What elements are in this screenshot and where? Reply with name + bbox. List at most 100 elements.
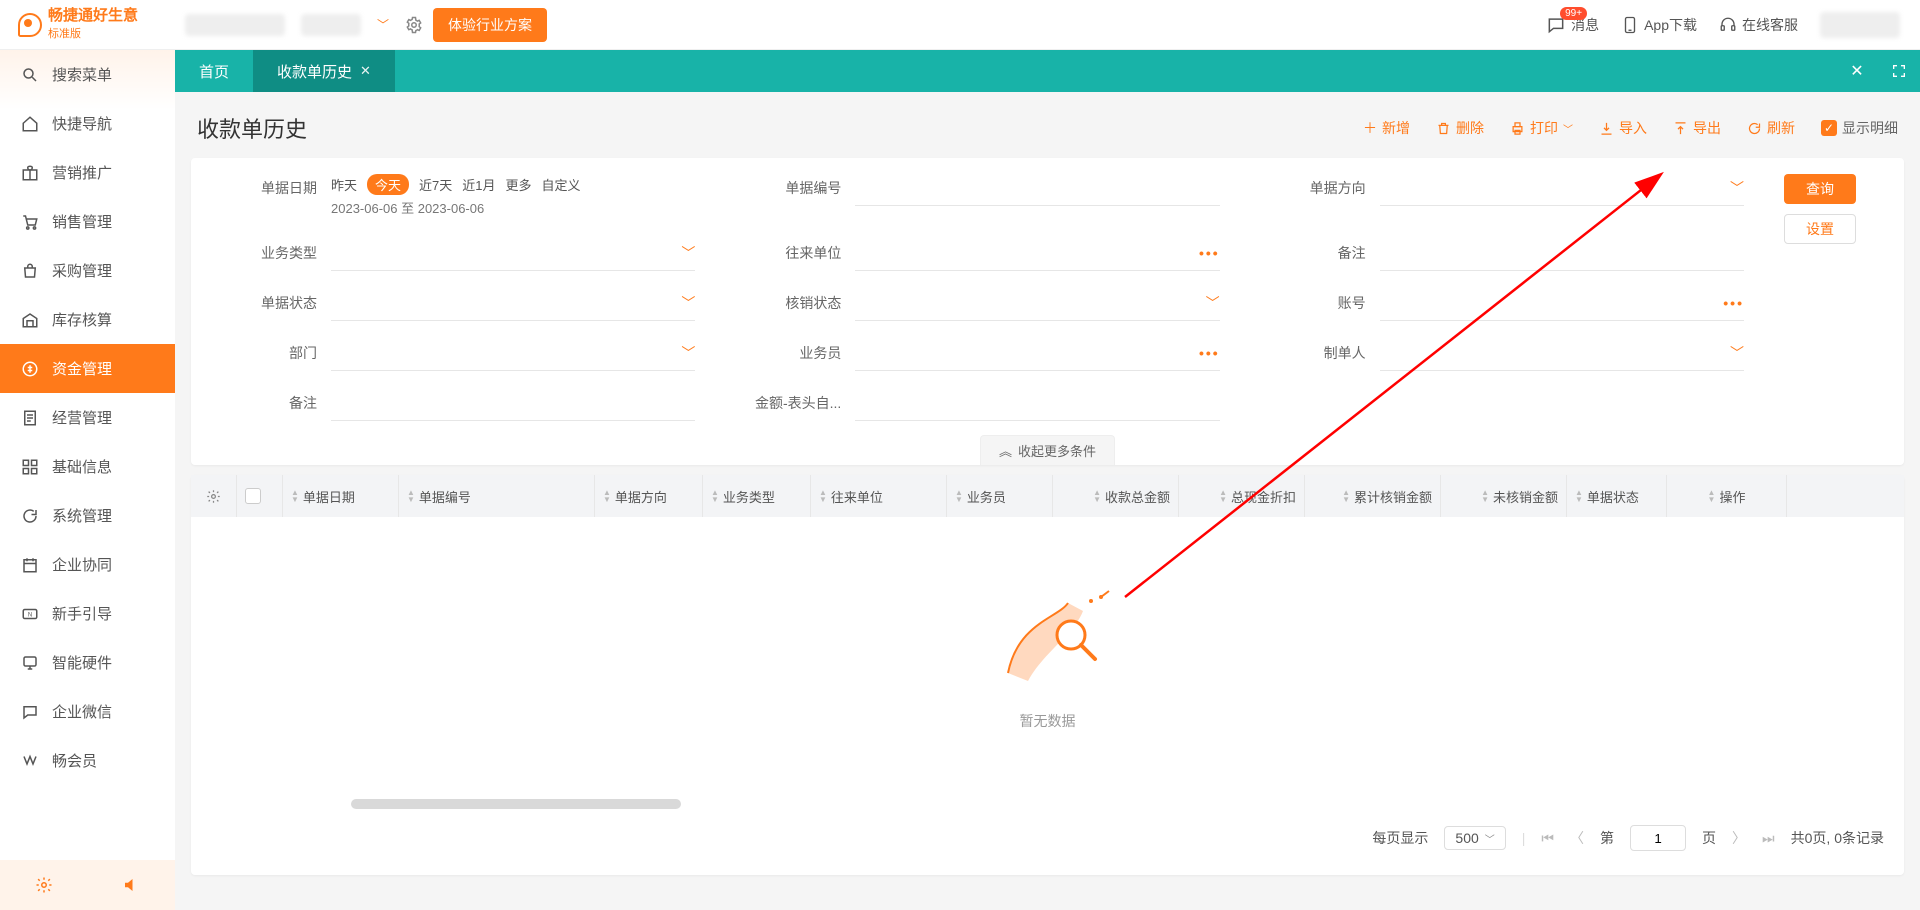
salesman-picker[interactable]: ••• xyxy=(855,339,1219,371)
user-avatar-blurred[interactable] xyxy=(1820,12,1900,38)
first-page-button[interactable]: ⏮ xyxy=(1541,830,1554,847)
date-quick-4[interactable]: 更多 xyxy=(506,175,532,194)
query-button[interactable]: 查询 xyxy=(1784,174,1856,204)
sidebar-item-0[interactable]: 搜索菜单 xyxy=(0,50,175,99)
refresh-button[interactable]: 刷新 xyxy=(1747,118,1795,138)
table-col-8[interactable]: ▲▼收款总金额 xyxy=(1053,475,1179,517)
sort-icon[interactable]: ▲▼ xyxy=(1481,489,1489,503)
bill-no-input[interactable] xyxy=(855,174,1219,206)
settings-icon[interactable] xyxy=(35,876,53,894)
org-name-blurred xyxy=(301,14,361,36)
sidebar-item-14[interactable]: 畅会员 xyxy=(0,736,175,785)
dept-select[interactable]: ﹀ xyxy=(331,339,695,371)
date-quick-3[interactable]: 近1月 xyxy=(462,175,495,194)
partner-picker[interactable]: ••• xyxy=(855,239,1219,271)
close-all-tabs-button[interactable]: ✕ xyxy=(1836,50,1878,92)
page-number-input[interactable] xyxy=(1630,825,1686,851)
date-quick-picks[interactable]: 昨天今天近7天近1月更多自定义 xyxy=(331,174,581,195)
sort-icon[interactable]: ▲▼ xyxy=(1575,489,1583,503)
horizontal-scrollbar[interactable] xyxy=(191,797,1904,811)
sidebar-item-2[interactable]: 营销推广 xyxy=(0,148,175,197)
experience-plan-button[interactable]: 体验行业方案 xyxy=(433,8,547,42)
page-size-select[interactable]: 500 ﹀ xyxy=(1444,826,1505,850)
select-all-checkbox[interactable] xyxy=(245,488,261,504)
show-detail-toggle[interactable]: ✓显示明细 xyxy=(1821,118,1898,138)
fullscreen-icon[interactable] xyxy=(1878,50,1920,92)
date-quick-0[interactable]: 昨天 xyxy=(331,175,357,194)
bill-status-select[interactable]: ﹀ xyxy=(331,289,695,321)
sort-icon[interactable]: ▲▼ xyxy=(407,489,415,503)
table-col-12[interactable]: ▲▼单据状态 xyxy=(1567,475,1667,517)
table-col-3[interactable]: ▲▼单据编号 xyxy=(399,475,595,517)
import-button[interactable]: 导入 xyxy=(1599,118,1647,138)
table-col-2[interactable]: ▲▼单据日期 xyxy=(283,475,399,517)
sort-icon[interactable]: ▲▼ xyxy=(291,489,299,503)
sort-icon[interactable]: ▲▼ xyxy=(1093,489,1101,503)
sidebar-item-13[interactable]: 企业微信 xyxy=(0,687,175,736)
table-col-4[interactable]: ▲▼单据方向 xyxy=(595,475,703,517)
biz-type-select[interactable]: ﹀ xyxy=(331,239,695,271)
support-button[interactable]: 在线客服 xyxy=(1719,15,1798,35)
gear-icon[interactable] xyxy=(206,489,221,504)
delete-button[interactable]: 删除 xyxy=(1436,118,1484,138)
sort-icon[interactable]: ▲▼ xyxy=(1708,489,1716,503)
sort-icon[interactable]: ▲▼ xyxy=(603,489,611,503)
date-quick-5[interactable]: 自定义 xyxy=(542,175,581,194)
prev-page-button[interactable]: 〈 xyxy=(1570,828,1584,848)
table-col-5[interactable]: ▲▼业务类型 xyxy=(703,475,811,517)
new-button[interactable]: ＋新增 xyxy=(1363,118,1410,138)
table-col-1 xyxy=(237,475,283,517)
volume-icon[interactable] xyxy=(122,876,140,894)
sidebar-item-7[interactable]: 经营管理 xyxy=(0,393,175,442)
sidebar-item-3[interactable]: 销售管理 xyxy=(0,197,175,246)
sidebar-item-12[interactable]: 智能硬件 xyxy=(0,638,175,687)
tab-1[interactable]: 收款单历史✕ xyxy=(253,50,395,92)
account-picker[interactable]: ••• xyxy=(1380,289,1744,321)
remark2-input[interactable] xyxy=(331,389,695,421)
app-download-button[interactable]: App下载 xyxy=(1621,15,1697,35)
print-button[interactable]: 打印﹀ xyxy=(1510,118,1573,138)
date-quick-1[interactable]: 今天 xyxy=(367,174,409,195)
sort-icon[interactable]: ▲▼ xyxy=(1219,489,1227,503)
sort-icon[interactable]: ▲▼ xyxy=(955,489,963,503)
sidebar-item-6[interactable]: 资金管理 xyxy=(0,344,175,393)
bill-dir-select[interactable]: ﹀ xyxy=(1380,174,1744,206)
sidebar-item-9[interactable]: 系统管理 xyxy=(0,491,175,540)
last-page-button[interactable]: ⏭ xyxy=(1762,830,1775,847)
export-icon xyxy=(1673,121,1688,136)
more-icon: ••• xyxy=(1723,295,1744,311)
table-col-10[interactable]: ▲▼累计核销金额 xyxy=(1305,475,1441,517)
sidebar-item-8[interactable]: 基础信息 xyxy=(0,442,175,491)
table-col-7[interactable]: ▲▼业务员 xyxy=(947,475,1053,517)
sidebar-item-10[interactable]: 企业协同 xyxy=(0,540,175,589)
brand-name: 畅捷通好生意 xyxy=(48,8,138,23)
collapse-conditions-button[interactable]: ︽ 收起更多条件 xyxy=(980,435,1115,465)
table-col-9[interactable]: ▲▼总现金折扣 xyxy=(1179,475,1305,517)
more-icon: ••• xyxy=(1199,245,1220,261)
table-col-13[interactable]: ▲▼操作 xyxy=(1667,475,1787,517)
filter-bill-no: 单据编号 xyxy=(735,174,1219,206)
creator-select[interactable]: ﹀ xyxy=(1380,339,1744,371)
settings-button[interactable]: 设置 xyxy=(1784,214,1856,244)
verify-status-select[interactable]: ﹀ xyxy=(855,289,1219,321)
sidebar-item-5[interactable]: 库存核算 xyxy=(0,295,175,344)
close-icon[interactable]: ✕ xyxy=(360,63,371,79)
date-quick-2[interactable]: 近7天 xyxy=(419,175,452,194)
org-selector[interactable]: ﹀ xyxy=(185,14,423,36)
table-col-6[interactable]: ▲▼往来单位 xyxy=(811,475,947,517)
gear-icon[interactable] xyxy=(405,16,423,34)
tab-0[interactable]: 首页 xyxy=(175,50,253,92)
filter-amount-header: 金额-表头自... xyxy=(735,389,1219,421)
table-col-11[interactable]: ▲▼未核销金额 xyxy=(1441,475,1567,517)
sidebar-item-4[interactable]: 采购管理 xyxy=(0,246,175,295)
amount-header-input[interactable] xyxy=(855,389,1219,421)
next-page-button[interactable]: 〉 xyxy=(1732,828,1746,848)
sort-icon[interactable]: ▲▼ xyxy=(711,489,719,503)
sidebar-item-1[interactable]: 快捷导航 xyxy=(0,99,175,148)
remark-input[interactable] xyxy=(1380,239,1744,271)
export-button[interactable]: 导出 xyxy=(1673,118,1721,138)
messages-button[interactable]: 消息 99+ xyxy=(1546,15,1599,35)
sort-icon[interactable]: ▲▼ xyxy=(819,489,827,503)
sidebar-item-11[interactable]: N新手引导 xyxy=(0,589,175,638)
sort-icon[interactable]: ▲▼ xyxy=(1342,489,1350,503)
